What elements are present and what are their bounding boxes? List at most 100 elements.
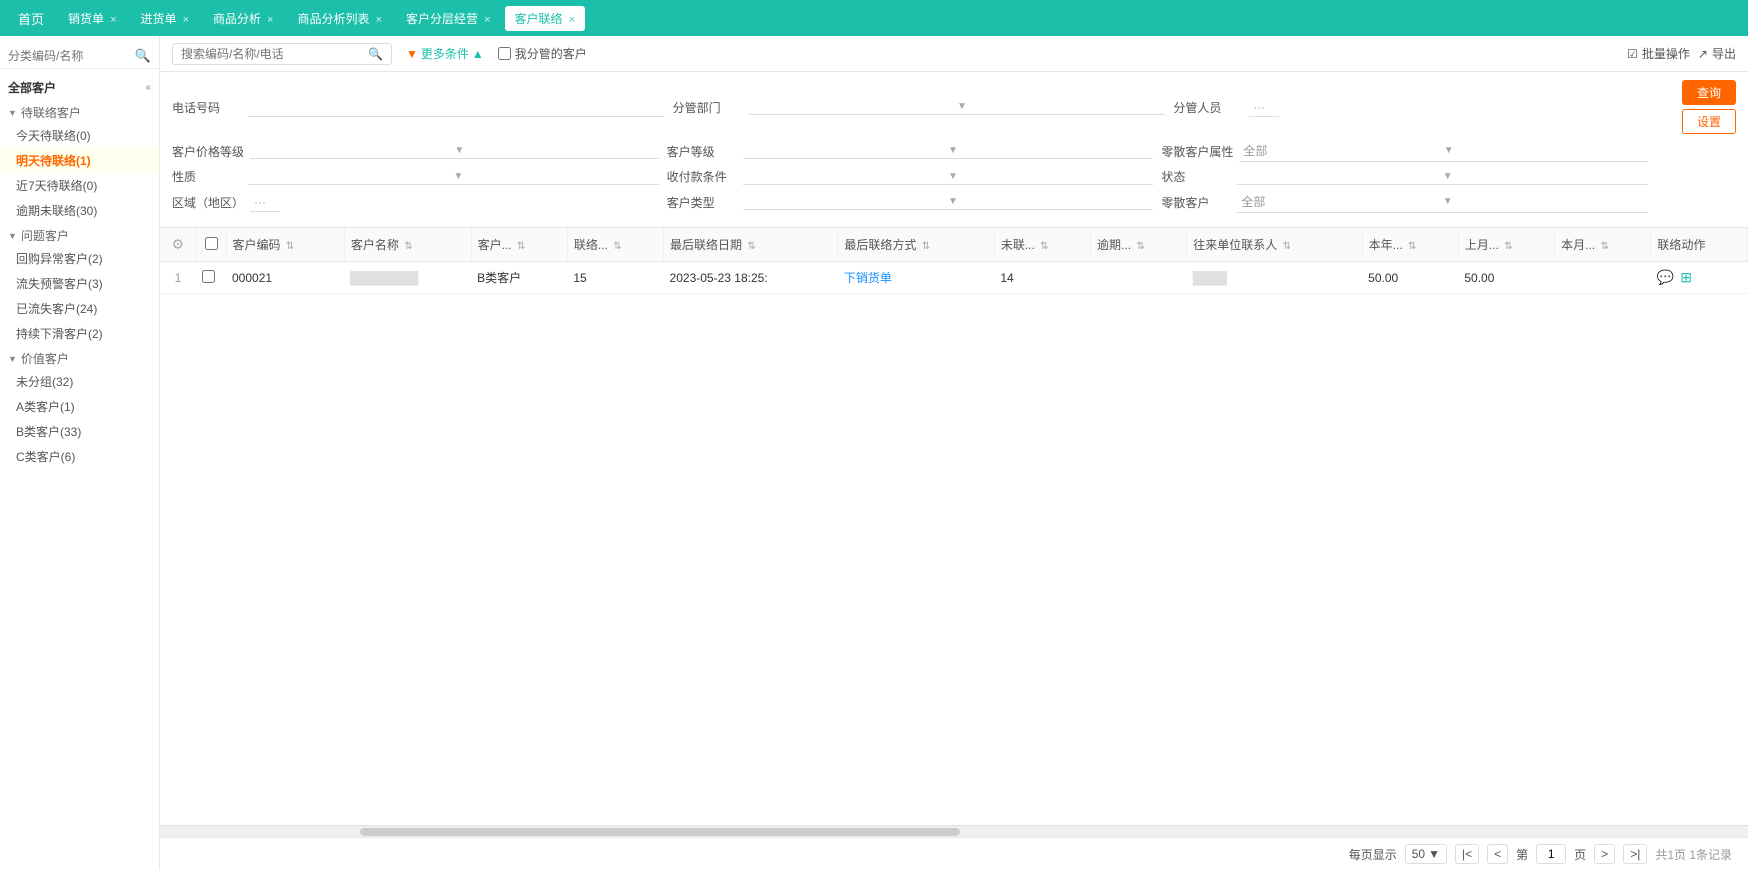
- more-action-icon[interactable]: ⊞: [1680, 269, 1692, 286]
- scrollbar-thumb[interactable]: [360, 828, 960, 836]
- page-number-input[interactable]: [1536, 844, 1566, 864]
- filter-cell-region: 区域（地区） ···: [172, 193, 659, 212]
- nav-analysis[interactable]: 商品分析 ×: [203, 6, 284, 31]
- sidebar: 🔍 全部客户 « ▼ 待联络客户 今天待联络(0) 明天待联络(1) 近7天待联…: [0, 36, 160, 870]
- filter-cell-cust-type: 客户类型 ▼: [667, 194, 1154, 211]
- filter-cell-dept: 分管部门 ▼: [673, 99, 1166, 116]
- first-page-button[interactable]: |<: [1455, 844, 1479, 864]
- retail-cust-select[interactable]: 全部 ▼: [1237, 191, 1648, 213]
- search-box[interactable]: 🔍: [172, 43, 392, 65]
- col-person: 往来单位联系人 ⇅: [1187, 228, 1362, 262]
- gear-icon[interactable]: ⚙: [171, 236, 184, 252]
- filter-row-1: 电话号码 分管部门 ▼ 分管人员 ··· 查询 设置: [172, 80, 1736, 134]
- collapse-icon: «: [145, 82, 151, 93]
- cust-type-arrow: ▼: [948, 196, 1149, 207]
- cell-checkbox: [196, 262, 226, 294]
- cust-grade-select[interactable]: ▼: [743, 143, 1154, 159]
- sidebar-item-class-c[interactable]: C类客户(6): [0, 444, 159, 469]
- content-area: 🔍 ▼ 更多条件 ▲ 我分管的客户 ☑ 批量操作 ↗ 导出: [160, 36, 1748, 870]
- sidebar-group-problem[interactable]: ▼ 问题客户: [0, 223, 159, 246]
- sort-icon-person: ⇅: [1283, 241, 1291, 252]
- page-label: 第: [1516, 846, 1528, 863]
- sidebar-item-lost[interactable]: 已流失客户(24): [0, 296, 159, 321]
- cell-code: 000021: [226, 262, 344, 294]
- settings-button[interactable]: 设置: [1682, 109, 1736, 134]
- col-this-month: 本月... ⇅: [1555, 228, 1651, 262]
- status-label: 状态: [1161, 168, 1231, 185]
- prev-page-button[interactable]: <: [1487, 844, 1508, 864]
- cell-type: B类客户: [471, 262, 567, 294]
- payment-select[interactable]: ▼: [743, 169, 1154, 185]
- dept-select[interactable]: ▼: [749, 99, 1166, 115]
- status-select[interactable]: ▼: [1237, 169, 1648, 185]
- export-button[interactable]: ↗ 导出: [1698, 45, 1736, 62]
- retail-attr-select[interactable]: 全部 ▼: [1239, 140, 1648, 162]
- col-type: 客户... ⇅: [471, 228, 567, 262]
- last-method-link[interactable]: 下销货单: [844, 271, 892, 285]
- cell-overdue: [1091, 262, 1187, 294]
- sidebar-item-churn-warning[interactable]: 流失预警客户(3): [0, 271, 159, 296]
- sidebar-item-repurchase[interactable]: 回购异常客户(2): [0, 246, 159, 271]
- cust-type-select[interactable]: ▼: [743, 194, 1154, 210]
- sidebar-item-declining[interactable]: 持续下滑客户(2): [0, 321, 159, 346]
- nav-home[interactable]: 首页: [8, 5, 54, 32]
- sidebar-item-tomorrow[interactable]: 明天待联络(1): [0, 148, 159, 173]
- sidebar-item-today[interactable]: 今天待联络(0): [0, 123, 159, 148]
- my-customers-checkbox[interactable]: 我分管的客户: [498, 45, 587, 62]
- contact-action-icon[interactable]: 💬: [1657, 269, 1674, 286]
- price-grade-select[interactable]: ▼: [250, 143, 659, 159]
- filter-row-2: 客户价格等级 ▼ 客户等级 ▼ 零散客户属性 全部 ▼: [172, 140, 1736, 162]
- sort-icon-last-month: ⇅: [1504, 241, 1512, 252]
- nav-customer-contact[interactable]: 客户联络 ×: [505, 6, 586, 31]
- sidebar-group-pending[interactable]: ▼ 待联络客户: [0, 100, 159, 123]
- region-dots[interactable]: ···: [250, 193, 280, 212]
- sidebar-all-customers[interactable]: 全部客户 «: [0, 75, 159, 100]
- horizontal-scrollbar[interactable]: [160, 825, 1748, 837]
- page-size-select[interactable]: 50 ▼: [1405, 844, 1447, 864]
- row-checkbox[interactable]: [202, 270, 215, 283]
- col-gear: ⚙: [160, 228, 196, 262]
- dept-label: 分管部门: [673, 99, 743, 116]
- col-overdue: 逾期... ⇅: [1091, 228, 1187, 262]
- cell-action: 💬 ⊞: [1651, 262, 1748, 294]
- my-customers-check[interactable]: [498, 47, 511, 60]
- sort-icon-method: ⇅: [922, 241, 930, 252]
- cell-name: ████████: [344, 262, 471, 294]
- nav-sales[interactable]: 销货单 ×: [58, 6, 127, 31]
- query-button[interactable]: 查询: [1682, 80, 1736, 105]
- person-dots[interactable]: ···: [1249, 98, 1279, 117]
- last-page-button[interactable]: >|: [1623, 844, 1647, 864]
- search-icon[interactable]: 🔍: [368, 47, 383, 61]
- batch-operation-button[interactable]: ☑ 批量操作: [1627, 45, 1690, 62]
- region-label: 区域（地区）: [172, 194, 244, 211]
- cell-uncontacted: 14: [994, 262, 1090, 294]
- retail-attr-arrow: ▼: [1444, 145, 1644, 156]
- nav-purchase[interactable]: 进货单 ×: [131, 6, 200, 31]
- nav-close-sales[interactable]: ×: [107, 14, 116, 26]
- dept-arrow-icon: ▼: [957, 101, 1161, 112]
- select-all-checkbox[interactable]: [205, 237, 218, 250]
- phone-input[interactable]: [248, 98, 665, 117]
- next-page-button[interactable]: >: [1594, 844, 1615, 864]
- search-input[interactable]: [181, 47, 364, 61]
- cell-contact: 15: [567, 262, 663, 294]
- sidebar-item-7days[interactable]: 近7天待联络(0): [0, 173, 159, 198]
- sidebar-item-ungroup[interactable]: 未分组(32): [0, 369, 159, 394]
- sidebar-item-overdue[interactable]: 逾期未联络(30): [0, 198, 159, 223]
- sidebar-item-class-a[interactable]: A类客户(1): [0, 394, 159, 419]
- filter-cell-status: 状态 ▼: [1161, 168, 1648, 185]
- col-last-month: 上月... ⇅: [1458, 228, 1554, 262]
- action-icons: 💬 ⊞: [1657, 269, 1742, 286]
- more-filter-button[interactable]: ▼ 更多条件 ▲: [400, 42, 490, 65]
- nav-customer-tier[interactable]: 客户分层经营 ×: [396, 6, 501, 31]
- nav-analysis-list[interactable]: 商品分析列表 ×: [288, 6, 393, 31]
- nature-select[interactable]: ▼: [248, 169, 659, 185]
- payment-arrow: ▼: [948, 171, 1149, 182]
- status-arrow: ▼: [1443, 171, 1644, 182]
- sidebar-item-class-b[interactable]: B类客户(33): [0, 419, 159, 444]
- nature-label: 性质: [172, 168, 242, 185]
- sidebar-search-input[interactable]: [8, 49, 131, 63]
- sidebar-group-value[interactable]: ▼ 价值客户: [0, 346, 159, 369]
- batch-icon: ☑: [1627, 47, 1638, 61]
- col-contact: 联络... ⇅: [567, 228, 663, 262]
